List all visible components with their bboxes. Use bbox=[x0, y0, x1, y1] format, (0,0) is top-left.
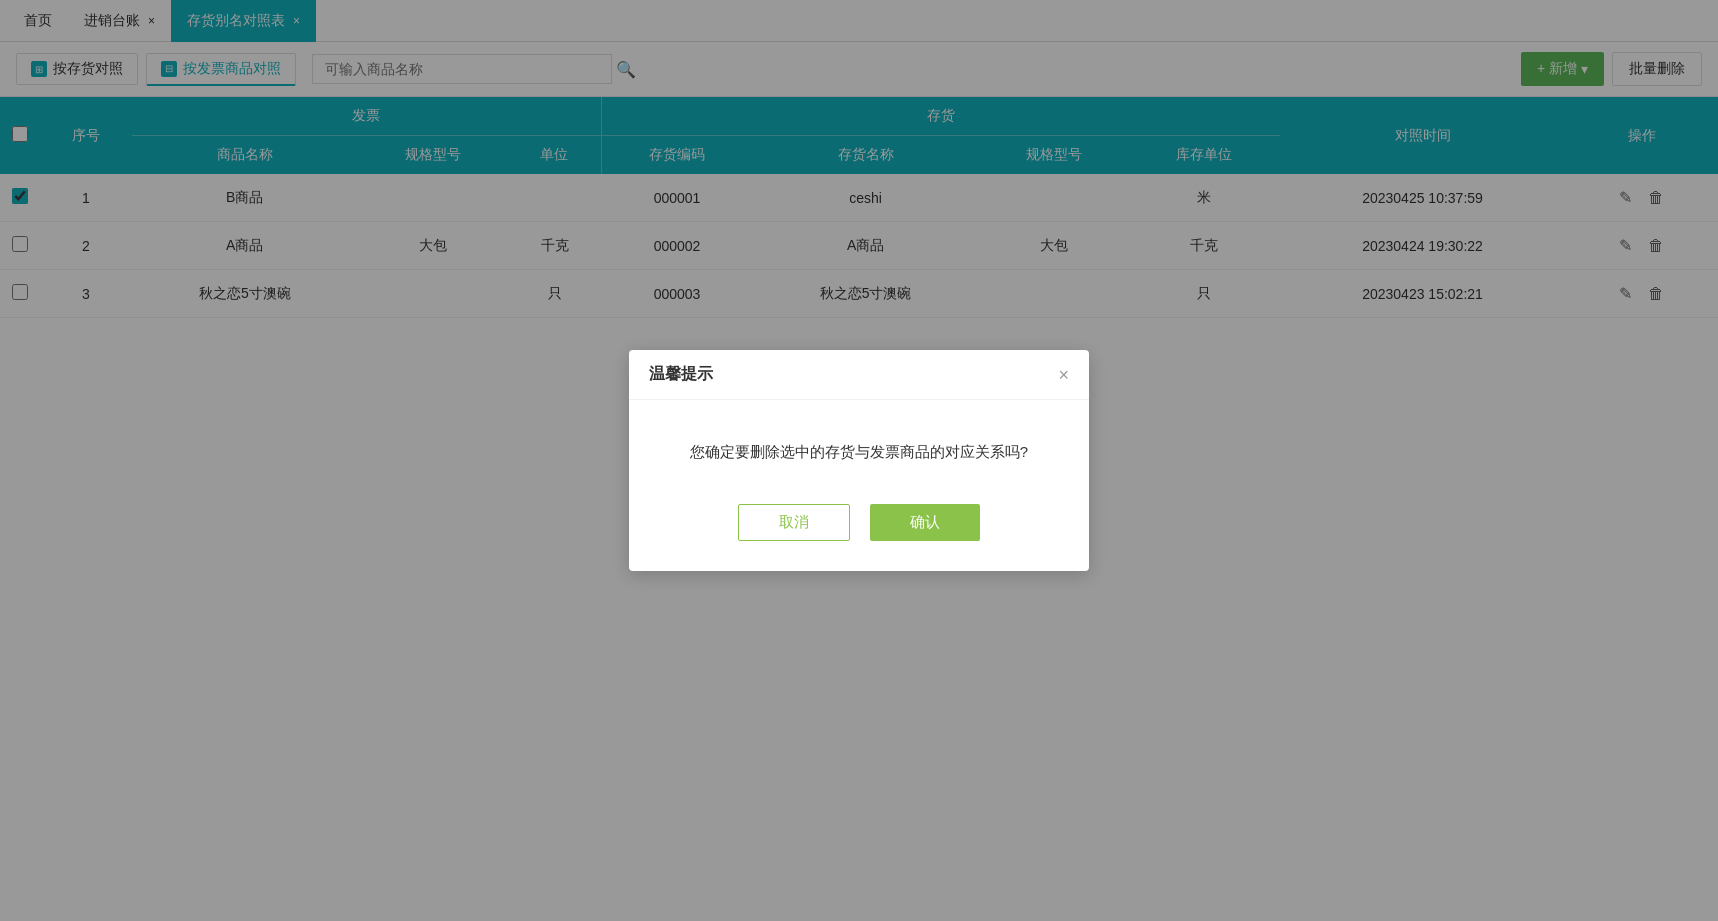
dialog-overlay: 温馨提示 × 您确定要删除选中的存货与发票商品的对应关系吗? 取消 确认 bbox=[0, 0, 1718, 921]
dialog-title: 温馨提示 bbox=[649, 364, 713, 385]
dialog-cancel-btn[interactable]: 取消 bbox=[738, 504, 850, 541]
dialog-footer: 取消 确认 bbox=[629, 494, 1089, 571]
dialog-header: 温馨提示 × bbox=[629, 350, 1089, 400]
dialog-message: 您确定要删除选中的存货与发票商品的对应关系吗? bbox=[690, 443, 1028, 460]
dialog-confirm-btn[interactable]: 确认 bbox=[870, 504, 980, 541]
dialog: 温馨提示 × 您确定要删除选中的存货与发票商品的对应关系吗? 取消 确认 bbox=[629, 350, 1089, 571]
dialog-body: 您确定要删除选中的存货与发票商品的对应关系吗? bbox=[629, 400, 1089, 494]
dialog-close-btn[interactable]: × bbox=[1058, 366, 1069, 384]
